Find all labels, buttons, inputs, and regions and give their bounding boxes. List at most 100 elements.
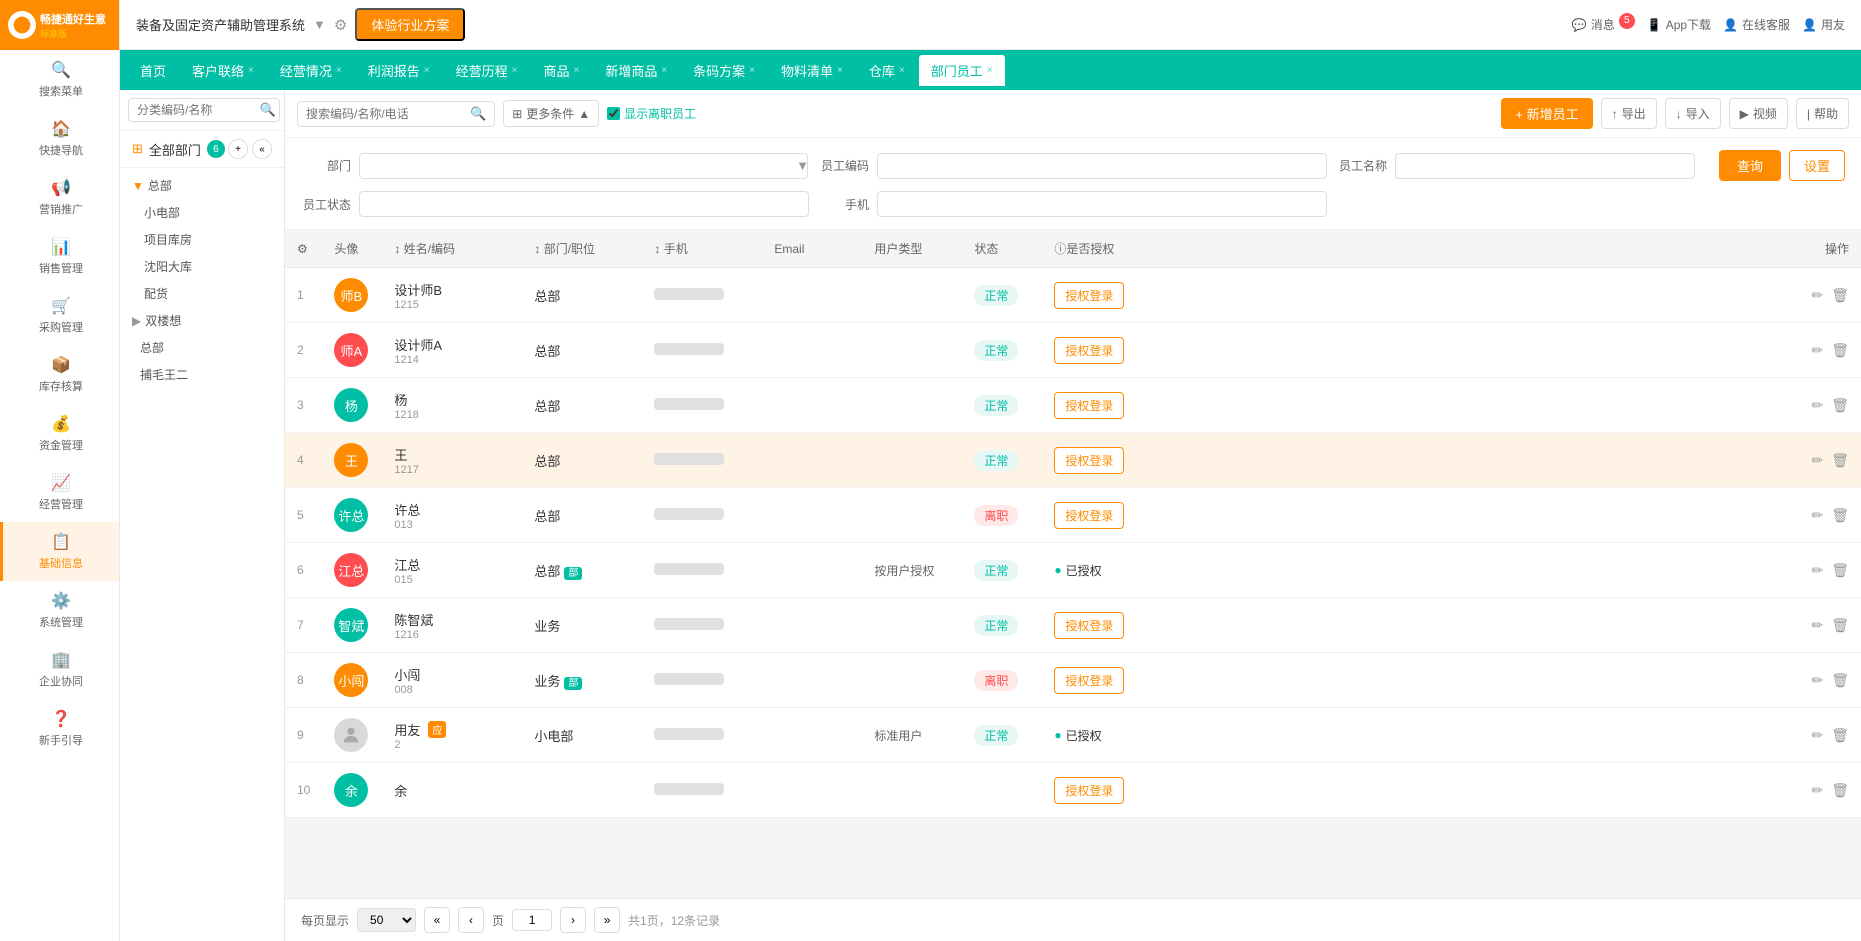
col-dept[interactable]: ↕ 部门/职位 xyxy=(522,230,642,268)
delete-icon[interactable]: 🗑 xyxy=(1831,672,1849,689)
tab-staff-close[interactable]: × xyxy=(987,65,993,76)
user-button[interactable]: 👤 用友 xyxy=(1802,16,1845,33)
tab-customer[interactable]: 客户联络× xyxy=(180,55,266,86)
tab-goods-close[interactable]: × xyxy=(573,65,579,76)
dept-tree-zongbu2[interactable]: 总部 xyxy=(120,334,284,361)
show-resigned-toggle[interactable]: 显示离职员工 xyxy=(607,105,696,122)
dept-tree-bumaowang[interactable]: 捕毛王二 xyxy=(120,361,284,388)
dept-tree-peihuo[interactable]: 配货 xyxy=(120,280,284,307)
set-button[interactable]: 设置 xyxy=(1789,150,1845,181)
auth-login-button[interactable]: 授权登录 xyxy=(1054,282,1124,309)
sidebar-item-search[interactable]: 🔍 搜索菜单 xyxy=(0,50,119,109)
col-name[interactable]: ↕ 姓名/编码 xyxy=(382,230,522,268)
show-resigned-checkbox[interactable] xyxy=(607,107,620,120)
view-button[interactable]: ▶ 视频 xyxy=(1729,98,1788,129)
tab-staff[interactable]: 部门员工× xyxy=(919,55,1005,86)
edit-icon[interactable]: ✏ xyxy=(1811,727,1823,744)
sidebar-item-basic[interactable]: 📋 基础信息 xyxy=(0,522,119,581)
delete-icon[interactable]: 🗑 xyxy=(1831,287,1849,304)
auth-login-button[interactable]: 授权登录 xyxy=(1054,502,1124,529)
page-number-input[interactable] xyxy=(512,909,552,931)
dept-tree-shuanglou[interactable]: ▶ 双楼想 xyxy=(120,307,284,334)
dept-tree-xiaodian[interactable]: 小电部 xyxy=(120,199,284,226)
export-button[interactable]: ↑ 导出 xyxy=(1601,98,1657,129)
sidebar-item-enterprise[interactable]: 🏢 企业协同 xyxy=(0,640,119,699)
delete-icon[interactable]: 🗑 xyxy=(1831,342,1849,359)
edit-icon[interactable]: ✏ xyxy=(1811,617,1823,634)
delete-icon[interactable]: 🗑 xyxy=(1831,397,1849,414)
sidebar-item-inventory[interactable]: 📦 库存核算 xyxy=(0,345,119,404)
settings-icon[interactable]: ⚙ xyxy=(334,16,347,34)
auth-login-button[interactable]: 授权登录 xyxy=(1054,667,1124,694)
dept-search-input[interactable] xyxy=(128,98,280,122)
edit-icon[interactable]: ✏ xyxy=(1811,452,1823,469)
dept-tree-zongbu[interactable]: ▼ 总部 xyxy=(120,172,284,199)
last-page-btn[interactable]: » xyxy=(594,907,620,933)
filter-status-select[interactable] xyxy=(359,191,809,217)
tab-barcode-close[interactable]: × xyxy=(749,65,755,76)
sidebar-item-purchase[interactable]: 🛒 采购管理 xyxy=(0,286,119,345)
online-service-button[interactable]: 👤 在线客服 xyxy=(1723,16,1790,33)
tab-goods[interactable]: 商品× xyxy=(531,55,591,86)
tab-process[interactable]: 经营历程× xyxy=(444,55,530,86)
sidebar-item-guide[interactable]: ❓ 新手引导 xyxy=(0,699,119,758)
auth-login-button[interactable]: 授权登录 xyxy=(1054,777,1124,804)
auth-login-button[interactable]: 授权登录 xyxy=(1054,392,1124,419)
filter-empname-input[interactable] xyxy=(1395,153,1695,179)
delete-icon[interactable]: 🗑 xyxy=(1831,562,1849,579)
first-page-btn[interactable]: « xyxy=(424,907,450,933)
search-button[interactable]: 查询 xyxy=(1719,150,1781,181)
tab-material-close[interactable]: × xyxy=(837,65,843,76)
edit-icon[interactable]: ✏ xyxy=(1811,342,1823,359)
tab-customer-close[interactable]: × xyxy=(248,65,254,76)
dept-tree-shenyang[interactable]: 沈阳大库 xyxy=(120,253,284,280)
dept-collapse-btn[interactable]: « xyxy=(252,139,272,159)
app-download-button[interactable]: 📱 App下载 xyxy=(1647,16,1711,33)
dropdown-icon[interactable]: ▼ xyxy=(313,17,326,32)
next-page-btn[interactable]: › xyxy=(560,907,586,933)
sidebar-item-sales[interactable]: 📊 销售管理 xyxy=(0,227,119,286)
tab-new-goods-close[interactable]: × xyxy=(661,65,667,76)
sidebar-item-marketing[interactable]: 📢 营销推广 xyxy=(0,168,119,227)
filter-empcode-input[interactable] xyxy=(877,153,1327,179)
tab-warehouse[interactable]: 仓库× xyxy=(857,55,917,86)
delete-icon[interactable]: 🗑 xyxy=(1831,617,1849,634)
auth-login-button[interactable]: 授权登录 xyxy=(1054,337,1124,364)
trial-button[interactable]: 体验行业方案 xyxy=(355,8,465,41)
sidebar-item-finance[interactable]: 💰 资金管理 xyxy=(0,404,119,463)
per-page-select[interactable]: 50 100 xyxy=(357,908,416,932)
auth-login-button[interactable]: 授权登录 xyxy=(1054,612,1124,639)
tab-operations-close[interactable]: × xyxy=(336,65,342,76)
tab-material[interactable]: 物料清单× xyxy=(769,55,855,86)
message-button[interactable]: 💬 消息 5 xyxy=(1572,16,1635,33)
col-phone[interactable]: ↕ 手机 xyxy=(642,230,762,268)
employee-search-input[interactable] xyxy=(306,107,466,121)
tab-operations[interactable]: 经营情况× xyxy=(268,55,354,86)
delete-icon[interactable]: 🗑 xyxy=(1831,727,1849,744)
tab-barcode[interactable]: 条码方案× xyxy=(681,55,767,86)
filter-phone-input[interactable] xyxy=(877,191,1327,217)
delete-icon[interactable]: 🗑 xyxy=(1831,452,1849,469)
edit-icon[interactable]: ✏ xyxy=(1811,287,1823,304)
tab-profit[interactable]: 利润报告× xyxy=(356,55,442,86)
tab-profit-close[interactable]: × xyxy=(424,65,430,76)
sidebar-item-nav[interactable]: 🏠 快捷导航 xyxy=(0,109,119,168)
tab-home[interactable]: 首页 xyxy=(128,55,178,86)
edit-icon[interactable]: ✏ xyxy=(1811,397,1823,414)
help-button[interactable]: | 帮助 xyxy=(1796,98,1849,129)
filter-dept-select[interactable] xyxy=(359,153,808,179)
auth-login-button[interactable]: 授权登录 xyxy=(1054,447,1124,474)
tab-new-goods[interactable]: 新增商品× xyxy=(593,55,679,86)
edit-icon[interactable]: ✏ xyxy=(1811,782,1823,799)
edit-icon[interactable]: ✏ xyxy=(1811,672,1823,689)
tab-warehouse-close[interactable]: × xyxy=(899,65,905,76)
prev-page-btn[interactable]: ‹ xyxy=(458,907,484,933)
add-employee-button[interactable]: + 新增员工 xyxy=(1501,98,1592,129)
dept-tree-xiangmu[interactable]: 项目库房 xyxy=(120,226,284,253)
edit-icon[interactable]: ✏ xyxy=(1811,562,1823,579)
delete-icon[interactable]: 🗑 xyxy=(1831,782,1849,799)
delete-icon[interactable]: 🗑 xyxy=(1831,507,1849,524)
tab-process-close[interactable]: × xyxy=(512,65,518,76)
edit-icon[interactable]: ✏ xyxy=(1811,507,1823,524)
dept-expand-btn[interactable]: + xyxy=(228,139,248,159)
